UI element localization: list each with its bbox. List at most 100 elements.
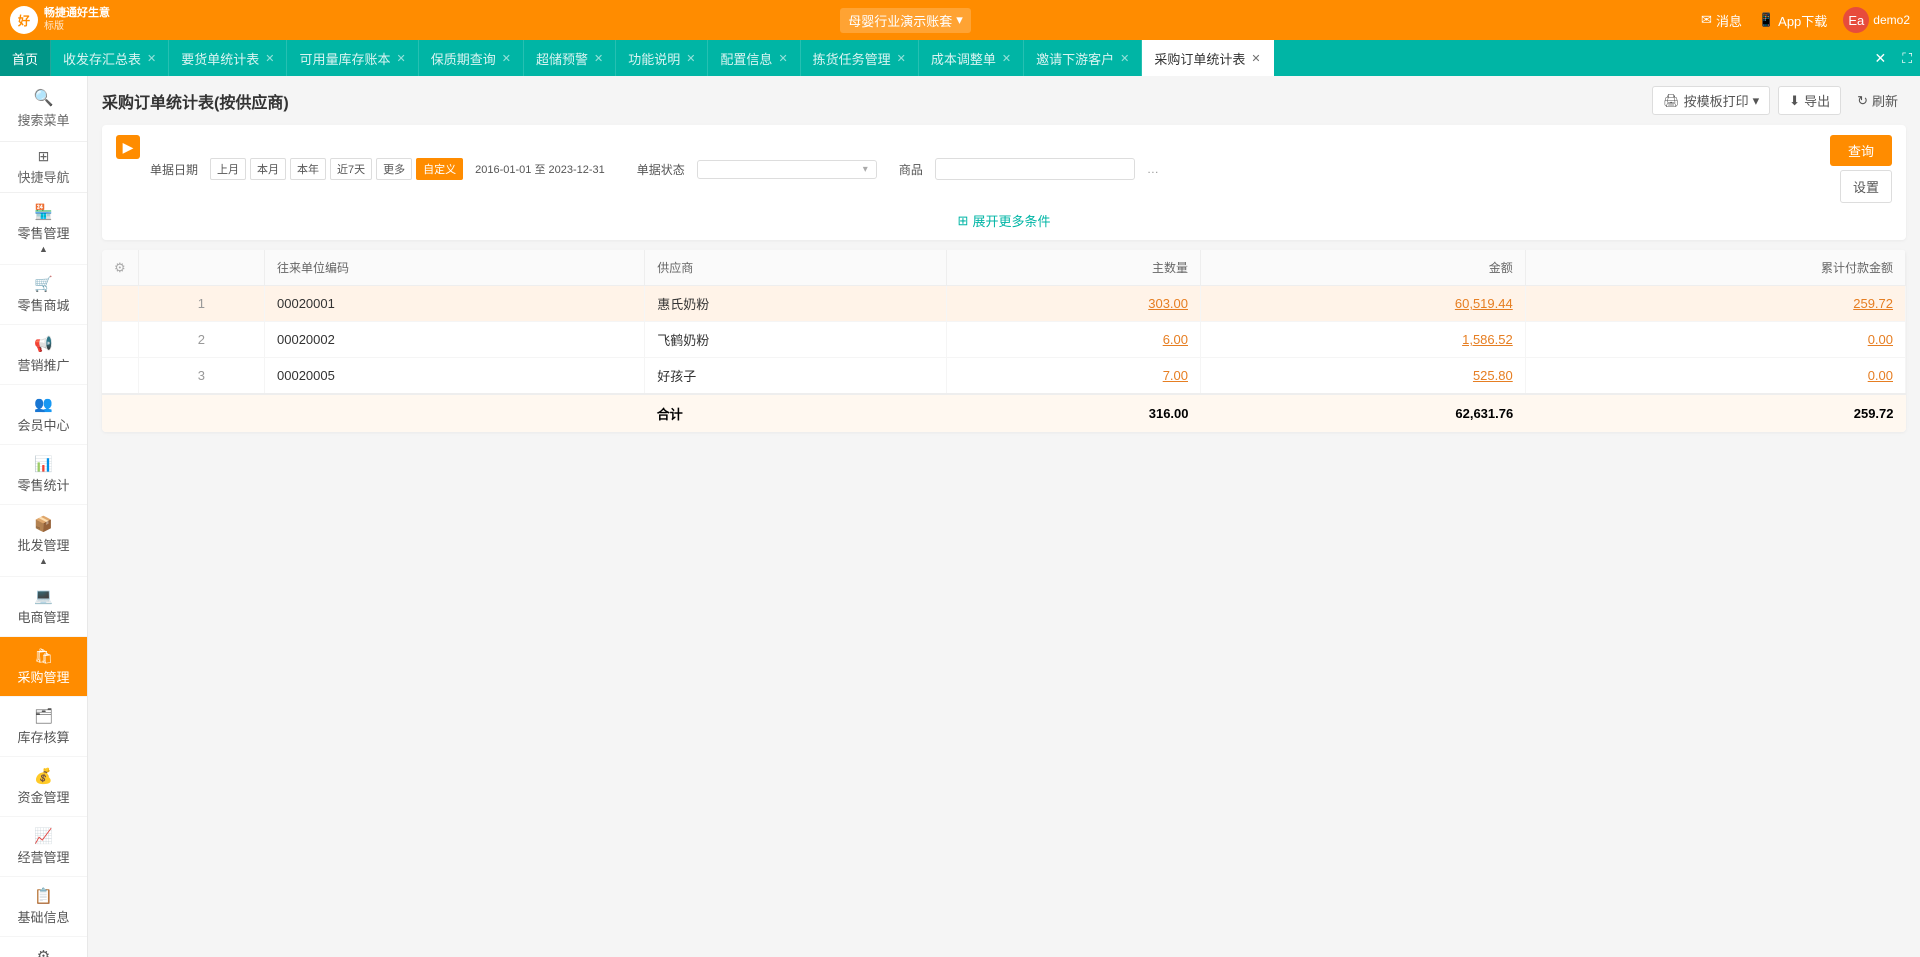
chevron-down-icon: ▾ (1753, 93, 1760, 109)
sidebar-item-xitong[interactable]: ⚙ 系统管理 (0, 937, 87, 957)
table-row[interactable]: 3 00020005 好孩子 7.00 525.80 0.00 (102, 358, 1906, 395)
tab-close-icon[interactable]: ✕ (1251, 52, 1260, 65)
user-area[interactable]: Ea demo2 (1843, 7, 1910, 33)
gear-icon[interactable]: ⚙ (114, 260, 126, 275)
this-year-btn[interactable]: 本年 (290, 158, 326, 180)
sidebar-item-lingshoutongji[interactable]: 📊 零售统计 (0, 445, 87, 505)
tab-maximize-icon[interactable]: ⛶ (1894, 50, 1920, 67)
row-supplier: 惠氏奶粉 (645, 286, 947, 322)
tab-close-icon[interactable]: ✕ (397, 52, 406, 65)
shop-icon: 🏪 (34, 203, 53, 221)
row-quantity[interactable]: 6.00 (947, 322, 1201, 358)
operation-icon: 📈 (34, 827, 53, 845)
table-row[interactable]: 2 00020002 飞鹤奶粉 6.00 1,586.52 0.00 (102, 322, 1906, 358)
tab-close-all-icon[interactable]: ✕ (1866, 50, 1894, 67)
logo-text: 畅捷通好生意 标版 (44, 7, 110, 32)
filter-expand-row: ⊞ 展开更多条件 (116, 211, 1892, 230)
footer-paid: 259.72 (1525, 394, 1905, 432)
this-month-btn[interactable]: 本月 (250, 158, 286, 180)
top-bar-center: 母婴行业演示账套 ▾ (840, 8, 971, 33)
data-table: ⚙ 往来单位编码 供应商 主数量 金额 累计付款金额 (102, 250, 1906, 432)
tab-shoufahuizongjibiao[interactable]: 收发存汇总表 ✕ (51, 40, 169, 76)
tab-caigoujingtongji[interactable]: 采购订单统计表 ✕ (1142, 40, 1273, 76)
sidebar-item-kucunhesuan[interactable]: 🗂 库存核算 (0, 697, 87, 757)
tab-close-icon[interactable]: ✕ (778, 52, 787, 65)
sidebar-item-jingying[interactable]: 📈 经营管理 (0, 817, 87, 877)
tab-peizhixinxi[interactable]: 配置信息 ✕ (708, 40, 800, 76)
sidebar-item-caigouguanli[interactable]: 🛍 采购管理 (0, 637, 87, 697)
basic-icon: 📋 (34, 887, 53, 905)
row-amount[interactable]: 525.80 (1201, 358, 1526, 395)
goods-input[interactable] (935, 158, 1135, 180)
tab-chengbentiaozhen[interactable]: 成本调整单 ✕ (919, 40, 1024, 76)
row-quantity[interactable]: 7.00 (947, 358, 1201, 395)
logo-area: 好 畅捷通好生意 标版 (10, 6, 110, 34)
sidebar: 🔍 搜索菜单 ⊞ 快捷导航 🏪 零售管理 ▲ 🛒 零售商城 📢 营销推广 👥 会… (0, 76, 88, 957)
row-amount[interactable]: 1,586.52 (1201, 322, 1526, 358)
sidebar-item-lingshougaunli[interactable]: 🏪 零售管理 ▲ (0, 193, 87, 265)
more-link[interactable]: … (1147, 162, 1159, 176)
setting-button[interactable]: 设置 (1840, 170, 1892, 203)
sidebar-item-pifaguanli[interactable]: 📦 批发管理 ▲ (0, 505, 87, 577)
tab-close-icon[interactable]: ✕ (265, 52, 274, 65)
date-buttons: 上月 本月 本年 近7天 更多 自定义 (210, 158, 463, 180)
search-menu-button[interactable]: 🔍 搜索菜单 (6, 84, 81, 133)
row-amount[interactable]: 60,519.44 (1201, 286, 1526, 322)
sidebar-item-jichu[interactable]: 📋 基础信息 (0, 877, 87, 937)
row-paid[interactable]: 0.00 (1525, 358, 1905, 395)
col-quantity: 主数量 (947, 250, 1201, 286)
refresh-icon: ↻ (1857, 93, 1868, 109)
expand-more-button[interactable]: ⊞ 展开更多条件 (958, 211, 1051, 230)
tab-yaohuodantongji[interactable]: 要货单统计表 ✕ (169, 40, 287, 76)
row-paid[interactable]: 259.72 (1525, 286, 1905, 322)
col-amount: 金额 (1201, 250, 1526, 286)
page-title: 采购订单统计表(按供应商) (102, 89, 289, 113)
chevron-icon: ▲ (39, 244, 48, 254)
sidebar-item-huiyuanzhongxin[interactable]: 👥 会员中心 (0, 385, 87, 445)
refresh-button[interactable]: ↻ 刷新 (1849, 87, 1906, 114)
top-bar-right: ✉ 消息 📱 App下载 Ea demo2 (1701, 7, 1910, 33)
tab-close-icon[interactable]: ✕ (1120, 52, 1129, 65)
tab-gongnengshuo[interactable]: 功能说明 ✕ (616, 40, 708, 76)
export-button[interactable]: ⬇ 导出 (1778, 86, 1841, 115)
tab-close-icon[interactable]: ✕ (897, 52, 906, 65)
tab-home[interactable]: 首页 (0, 40, 51, 76)
row-quantity[interactable]: 303.00 (947, 286, 1201, 322)
more-date-btn[interactable]: 更多 (376, 158, 412, 180)
sidebar-item-lingshougoulin2[interactable]: 🛒 零售商城 (0, 265, 87, 325)
sidebar-item-dianshangguanli[interactable]: 💻 电商管理 (0, 577, 87, 637)
tab-close-icon[interactable]: ✕ (686, 52, 695, 65)
tab-close-icon[interactable]: ✕ (594, 52, 603, 65)
sidebar-item-zijinguanli[interactable]: 💰 资金管理 (0, 757, 87, 817)
table-row[interactable]: 1 00020001 惠氏奶粉 303.00 60,519.44 259.72 (102, 286, 1906, 322)
7days-btn[interactable]: 近7天 (330, 158, 372, 180)
tab-close-icon[interactable]: ✕ (502, 52, 511, 65)
tab-close-icon[interactable]: ✕ (147, 52, 156, 65)
workspace-selector[interactable]: 母婴行业演示账套 ▾ (840, 8, 971, 33)
col-settings: ⚙ (102, 250, 138, 286)
tab-chaochuyujing[interactable]: 超储预警 ✕ (524, 40, 616, 76)
custom-date-btn[interactable]: 自定义 (416, 158, 463, 180)
tab-close-icon[interactable]: ✕ (1002, 52, 1011, 65)
print-button[interactable]: 🖨 按模板打印 ▾ (1652, 86, 1770, 115)
app-download-button[interactable]: 📱 App下载 (1758, 11, 1827, 30)
member-icon: 👥 (34, 395, 53, 413)
top-bar-left: 好 畅捷通好生意 标版 (10, 6, 110, 34)
tab-keyongliangkucun[interactable]: 可用量库存账本 ✕ (287, 40, 418, 76)
last-month-btn[interactable]: 上月 (210, 158, 246, 180)
row-supplier: 好孩子 (645, 358, 947, 395)
tab-baozhouxuncha[interactable]: 保质期查询 ✕ (419, 40, 524, 76)
quick-nav-button[interactable]: ⊞ 快捷导航 (0, 142, 87, 193)
row-paid[interactable]: 0.00 (1525, 322, 1905, 358)
filter-toggle[interactable]: ▶ (116, 135, 140, 159)
nav-icon: ⊞ (38, 148, 50, 165)
row-num: 1 (138, 286, 264, 322)
sidebar-item-yingxiaotg[interactable]: 📢 营销推广 (0, 325, 87, 385)
query-button[interactable]: 查询 (1830, 135, 1892, 166)
message-button[interactable]: ✉ 消息 (1701, 11, 1742, 30)
user-name: demo2 (1873, 13, 1910, 27)
tab-yaoqingxiayouke[interactable]: 邀请下游客户 ✕ (1024, 40, 1142, 76)
status-select[interactable]: ▾ (697, 160, 877, 179)
tab-paihuorenwu[interactable]: 拣货任务管理 ✕ (801, 40, 919, 76)
col-code: 往来单位编码 (265, 250, 645, 286)
